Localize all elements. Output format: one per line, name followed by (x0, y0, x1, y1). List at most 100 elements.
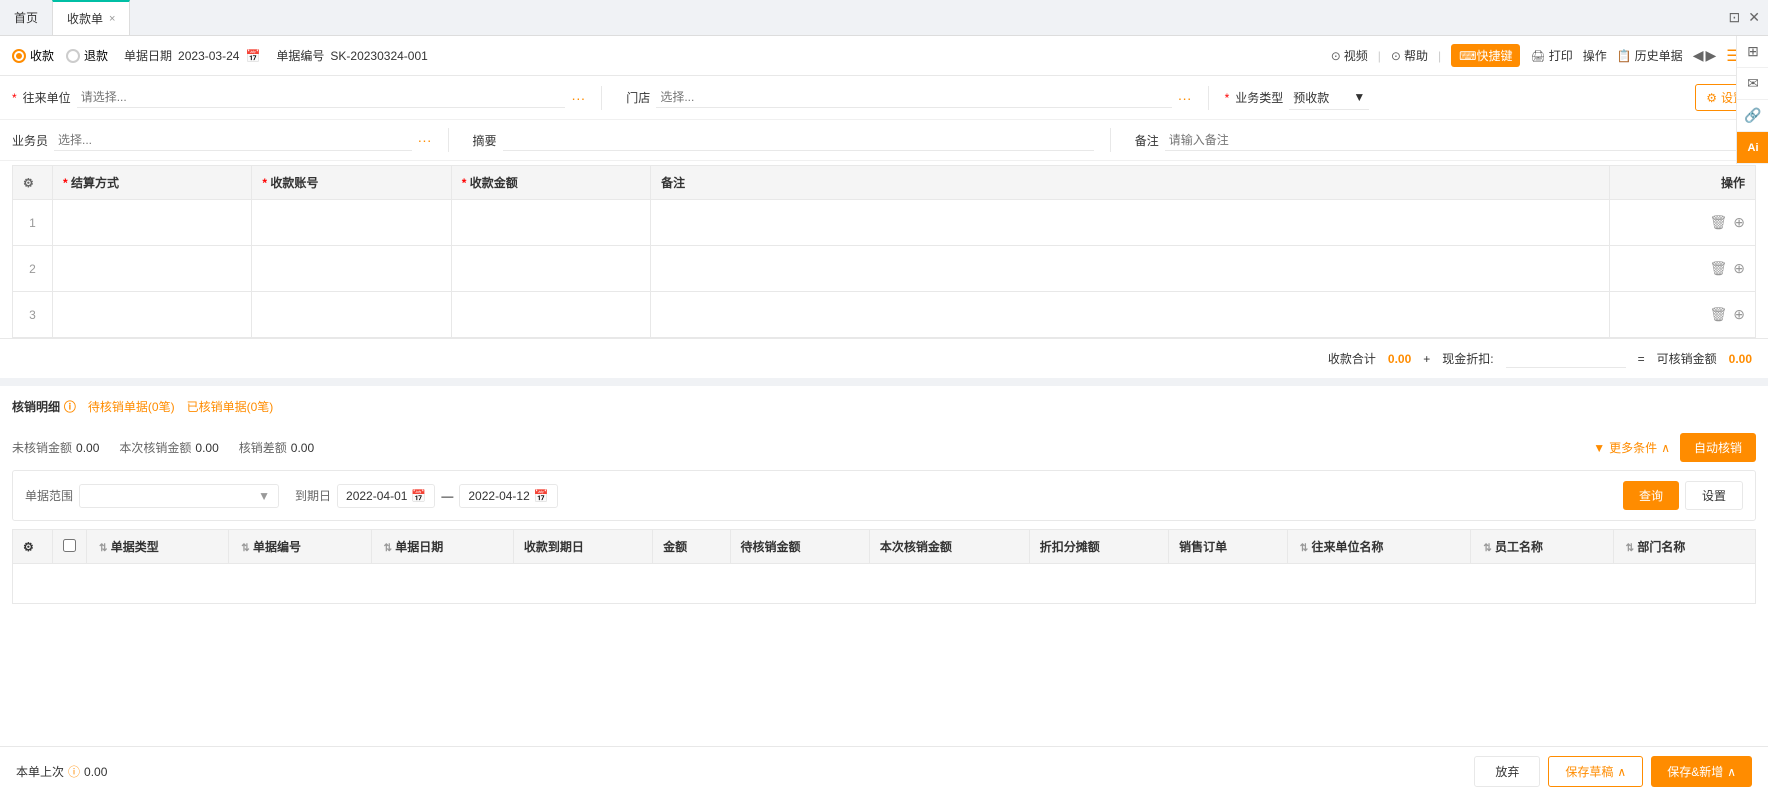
row1-account[interactable] (252, 200, 451, 246)
shop-input[interactable] (656, 87, 1171, 108)
row-num-2: 2 (13, 246, 53, 292)
radio-refund-label: 退款 (84, 47, 108, 64)
row2-copy-icon[interactable]: ⊕ (1733, 260, 1745, 277)
cal-to-icon: 📅 (534, 489, 549, 503)
due-date-label: 到期日 (295, 487, 331, 504)
th-settle-required: * (63, 176, 68, 190)
row2-note[interactable] (651, 246, 1610, 292)
bth-discount: 折扣分摊额 (1029, 530, 1168, 564)
verif-pending-tab[interactable]: 待核销单据(0笔) (88, 398, 175, 415)
note-label: 备注 (1135, 132, 1159, 149)
discount-input[interactable] (1506, 349, 1626, 368)
tab-home[interactable]: 首页 (0, 0, 52, 35)
history-icon: 📋 (1617, 49, 1632, 63)
table-wrap: ⚙ * 结算方式 * 收款账号 * 收款金额 备注 (0, 165, 1768, 338)
counterpart-more-btn[interactable]: ··· (571, 90, 585, 106)
row2-settlement[interactable] (53, 246, 252, 292)
row2-account[interactable] (252, 246, 451, 292)
row1-copy-icon[interactable]: ⊕ (1733, 214, 1745, 231)
staff-more-btn[interactable]: ··· (418, 132, 432, 148)
more-filter-label: 更多条件 (1609, 439, 1657, 456)
date-to[interactable]: 2022-04-12 📅 (459, 484, 557, 508)
sidebar-email-icon[interactable]: ✉ (1737, 68, 1768, 100)
row2-delete-icon[interactable]: 🗑 (1709, 260, 1727, 277)
row1-settlement[interactable] (53, 200, 252, 246)
row-num-1: 1 (13, 200, 53, 246)
bth-gear-icon[interactable]: ⚙ (23, 540, 34, 554)
row3-copy-icon[interactable]: ⊕ (1733, 306, 1745, 323)
abandon-btn[interactable]: 放弃 (1474, 756, 1540, 787)
staff-label: 业务员 (12, 132, 48, 149)
save-new-btn[interactable]: 保存&新增 ∧ (1651, 756, 1752, 787)
video-btn[interactable]: ⊙ 视频 (1331, 47, 1368, 64)
range-select[interactable]: ▼ (79, 484, 279, 508)
close-icon[interactable]: ✕ (1748, 9, 1760, 26)
operate-btn[interactable]: 操作 (1583, 47, 1607, 64)
row1-delete-icon[interactable]: 🗑 (1709, 214, 1727, 231)
current-value: 0.00 (84, 765, 107, 779)
radio-receipt-label: 收款 (30, 47, 54, 64)
current-info-icon[interactable]: ⓘ (68, 763, 80, 780)
tab-receipts[interactable]: 收款单 × (52, 0, 130, 35)
row3-delete-icon[interactable]: 🗑 (1709, 306, 1727, 323)
counterpart-input[interactable] (77, 87, 566, 108)
history-label: 历史单据 (1635, 47, 1683, 64)
bth-amount: 金额 (653, 530, 730, 564)
auto-verif-btn[interactable]: 自动核销 (1680, 433, 1756, 462)
row2-amount[interactable] (451, 246, 650, 292)
date-from[interactable]: 2022-04-01 📅 (337, 484, 435, 508)
print-icon: 🖨 (1530, 49, 1545, 63)
video-label: 视频 (1344, 47, 1368, 64)
diff-stat: 核销差额 0.00 (239, 439, 314, 456)
help-btn[interactable]: ⊙ 帮助 (1391, 47, 1428, 64)
plus-sign: + (1423, 352, 1430, 366)
print-btn[interactable]: 🖨 打印 (1530, 47, 1572, 64)
table-gear-icon[interactable]: ⚙ (23, 176, 34, 190)
biz-type-select[interactable]: 预收款 ▼ (1289, 86, 1369, 110)
summary-input[interactable] (503, 130, 1094, 151)
bottom-table: ⚙ ⇅ 单据类型 ⇅ 单据编号 (12, 529, 1756, 604)
nav-arrows: ◀ ▶ (1693, 47, 1717, 64)
row3-note[interactable] (651, 292, 1610, 338)
verif-info-icon[interactable]: ⓘ (64, 400, 76, 414)
verif-done-tab[interactable]: 已核销单据(0笔) (187, 398, 274, 415)
biz-type-arrow: ▼ (1353, 90, 1365, 104)
docnum-label: 单据编号 (276, 47, 324, 64)
date-field: 单据日期 2023-03-24 📅 (124, 47, 260, 64)
row3-settlement[interactable] (53, 292, 252, 338)
row1-note[interactable] (651, 200, 1610, 246)
prev-arrow[interactable]: ◀ (1693, 47, 1704, 64)
radio-receipt[interactable]: 收款 (12, 47, 54, 64)
bottom-table-wrap: ⚙ ⇅ 单据类型 ⇅ 单据编号 (12, 529, 1756, 604)
settings-filter-btn[interactable]: 设置 (1685, 481, 1743, 510)
radio-group: 收款 退款 (12, 47, 108, 64)
history-btn[interactable]: 📋 历史单据 (1617, 47, 1683, 64)
radio-refund[interactable]: 退款 (66, 47, 108, 64)
next-arrow[interactable]: ▶ (1705, 47, 1716, 64)
bth-staff: ⇅ 员工名称 (1471, 530, 1613, 564)
more-filter-btn[interactable]: ▼ 更多条件 ∧ (1593, 439, 1670, 456)
row3-amount[interactable] (451, 292, 650, 338)
verif-header: 核销明细 ⓘ 待核销单据(0笔) 已核销单据(0笔) (12, 398, 1756, 415)
unverif-value: 0.00 (76, 441, 99, 455)
header-right: ⊙ 视频 | ⊙ 帮助 | ⌨ 快捷键 🖨 打印 操作 📋 历史单据 (1331, 44, 1756, 67)
sidebar-link-icon[interactable]: 🔗 (1737, 100, 1768, 132)
save-draft-btn[interactable]: 保存草稿 ∧ (1548, 756, 1643, 787)
staff-input[interactable] (54, 130, 411, 151)
table-row: 3 🗑 ⊕ (13, 292, 1756, 338)
calendar-icon[interactable]: 📅 (245, 49, 260, 63)
tab-receipts-close[interactable]: × (109, 13, 115, 25)
radio-receipt-circle (12, 49, 26, 63)
sidebar-table-icon[interactable]: ⊞ (1737, 36, 1768, 68)
sidebar-ai-icon[interactable]: Ai (1737, 132, 1768, 164)
table-row: 2 🗑 ⊕ (13, 246, 1756, 292)
row3-account[interactable] (252, 292, 451, 338)
row1-amount[interactable] (451, 200, 650, 246)
shortcut-btn[interactable]: ⌨ 快捷键 (1451, 44, 1520, 67)
shop-more-btn[interactable]: ··· (1178, 90, 1192, 106)
note-input[interactable] (1165, 130, 1756, 151)
restore-icon[interactable]: ⊡ (1729, 9, 1741, 26)
query-btn[interactable]: 查询 (1623, 481, 1679, 510)
th-note: 备注 (651, 166, 1610, 200)
select-all-checkbox[interactable] (63, 539, 76, 552)
